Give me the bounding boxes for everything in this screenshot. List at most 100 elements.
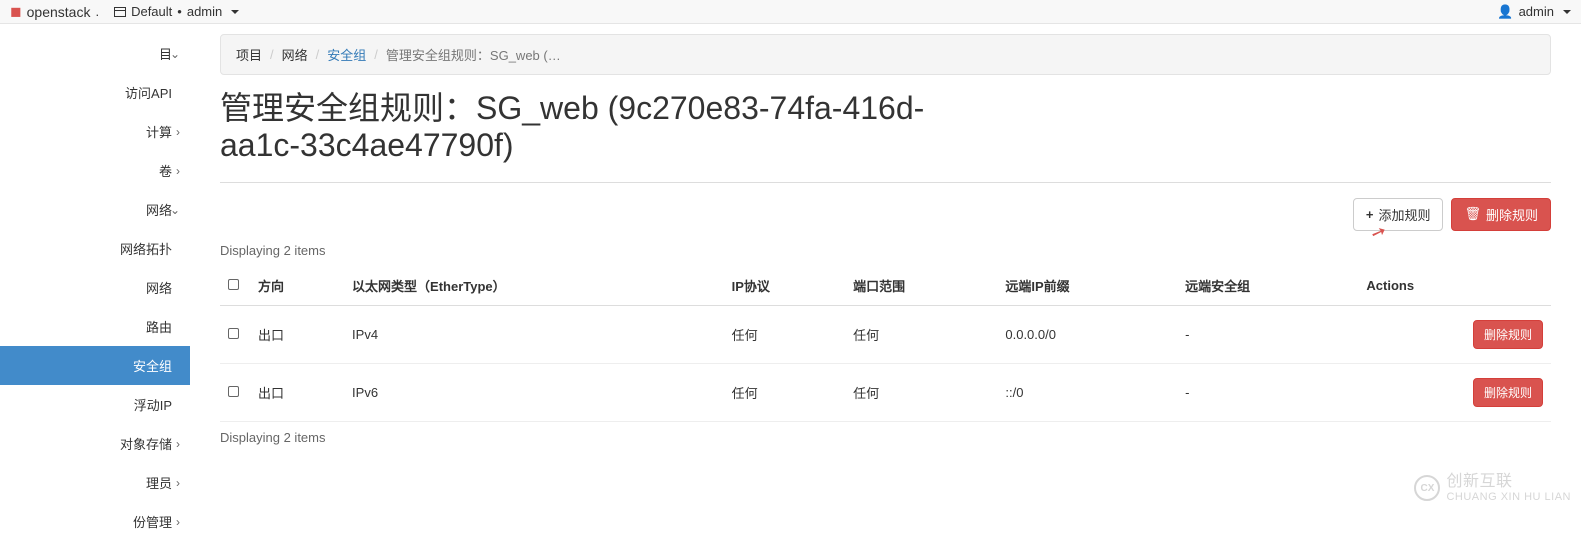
- cell-protocol: 任何: [724, 363, 846, 421]
- table-row: 出口 IPv6 任何 任何 ::/0 - 删除规则: [220, 363, 1551, 421]
- breadcrumb-sep: /: [270, 47, 274, 62]
- sidebar-item-security-groups[interactable]: 安全组: [0, 346, 190, 385]
- button-label: 删除规则: [1486, 205, 1538, 224]
- col-port-range[interactable]: 端口范围: [845, 266, 997, 306]
- sidebar-item-project[interactable]: 目 ⌄: [0, 34, 190, 73]
- cell-protocol: 任何: [724, 305, 846, 363]
- user-label: admin: [1519, 4, 1554, 19]
- divider: [220, 182, 1551, 183]
- chevron-right-icon: ›: [176, 437, 180, 451]
- user-icon: 👤: [1497, 4, 1513, 20]
- sidebar-item-admin[interactable]: 理员 ›: [0, 463, 190, 502]
- sidebar-item-networks[interactable]: 网络: [0, 268, 190, 307]
- sidebar-item-label: 计算: [146, 122, 172, 141]
- cell-direction: 出口: [250, 363, 344, 421]
- sidebar-item-topology[interactable]: 网络拓扑: [0, 229, 190, 268]
- context-switcher[interactable]: Default • admin: [114, 4, 239, 19]
- sidebar-item-compute[interactable]: 计算 ›: [0, 112, 190, 151]
- chevron-down-icon: [1563, 10, 1571, 14]
- breadcrumb-item[interactable]: 网络: [282, 45, 308, 64]
- sidebar-item-network[interactable]: 网络 ⌄: [0, 190, 190, 229]
- row-checkbox[interactable]: [228, 386, 239, 397]
- breadcrumb-item[interactable]: 项目: [236, 45, 262, 64]
- context-project: admin: [187, 4, 222, 19]
- project-icon: [114, 7, 126, 17]
- sidebar-item-label: 卷: [159, 161, 172, 180]
- col-actions: Actions: [1358, 266, 1551, 306]
- delete-rule-button[interactable]: 删除规则: [1473, 320, 1543, 349]
- user-menu[interactable]: 👤 admin: [1497, 4, 1571, 20]
- brand-text: openstack: [27, 4, 91, 20]
- table-row: 出口 IPv4 任何 任何 0.0.0.0/0 - 删除规则: [220, 305, 1551, 363]
- sidebar-item-volumes[interactable]: 卷 ›: [0, 151, 190, 190]
- col-select: [220, 266, 250, 306]
- breadcrumb: 项目 / 网络 / 安全组 / 管理安全组规则：SG_web (…: [220, 34, 1551, 75]
- chevron-right-icon: ›: [176, 515, 180, 529]
- breadcrumb-current: 管理安全组规则：SG_web (…: [386, 45, 561, 64]
- main-content: 项目 / 网络 / 安全组 / 管理安全组规则：SG_web (… 管理安全组规…: [190, 24, 1581, 513]
- delete-rule-button[interactable]: 删除规则: [1473, 378, 1543, 407]
- topnav-left: ◼ openstack. Default • admin: [10, 3, 239, 20]
- item-count-bottom: Displaying 2 items: [220, 430, 1551, 445]
- select-all-checkbox[interactable]: [228, 279, 239, 290]
- chevron-right-icon: ›: [176, 164, 180, 178]
- cell-select: [220, 363, 250, 421]
- sidebar-item-label: 网络拓扑: [120, 239, 172, 258]
- cell-port-range: 任何: [845, 305, 997, 363]
- context-domain: Default: [131, 4, 172, 19]
- row-checkbox[interactable]: [228, 328, 239, 339]
- sidebar-item-label: 网络: [146, 278, 172, 297]
- col-remote-ip[interactable]: 远端IP前缀: [997, 266, 1177, 306]
- cell-ethertype: IPv6: [344, 363, 724, 421]
- table-header-row: 方向 以太网类型（EtherType） IP协议 端口范围 远端IP前缀 远端安…: [220, 266, 1551, 306]
- sidebar-item-routers[interactable]: 路由: [0, 307, 190, 346]
- brand-dot: .: [95, 4, 99, 19]
- page-title: 管理安全组规则：SG_web (9c270e83-74fa-416d-aa1c-…: [220, 90, 960, 164]
- cell-actions: 删除规则: [1358, 363, 1551, 421]
- chevron-down-icon: [231, 10, 239, 14]
- cell-remote-ip: 0.0.0.0/0: [997, 305, 1177, 363]
- sidebar-item-floating-ip[interactable]: 浮动IP: [0, 385, 190, 424]
- chevron-down-icon: ⌄: [170, 47, 180, 61]
- sidebar-item-label: 对象存储: [120, 434, 172, 453]
- sidebar-item-object-storage[interactable]: 对象存储 ›: [0, 424, 190, 463]
- sidebar-item-identity[interactable]: 份管理 ›: [0, 502, 190, 541]
- sidebar-item-label: 理员: [146, 473, 172, 492]
- delete-rules-button[interactable]: 🗑 删除规则: [1451, 198, 1551, 231]
- breadcrumb-sep: /: [316, 47, 320, 62]
- cell-direction: 出口: [250, 305, 344, 363]
- cell-select: [220, 305, 250, 363]
- add-rule-button[interactable]: + 添加规则: [1353, 198, 1444, 231]
- sidebar: 目 ⌄ 访问API 计算 › 卷 › 网络 ⌄ 网络拓扑 网络 路由 安全组: [0, 24, 190, 513]
- col-remote-sg[interactable]: 远端安全组: [1177, 266, 1358, 306]
- table-actions: ➚ + 添加规则 🗑 删除规则: [220, 198, 1551, 231]
- trash-icon: 🗑: [1464, 206, 1481, 222]
- cell-remote-ip: ::/0: [997, 363, 1177, 421]
- breadcrumb-link[interactable]: 安全组: [327, 45, 366, 64]
- sidebar-item-label: 份管理: [133, 512, 172, 531]
- rules-table: 方向 以太网类型（EtherType） IP协议 端口范围 远端IP前缀 远端安…: [220, 266, 1551, 422]
- cell-port-range: 任何: [845, 363, 997, 421]
- sidebar-item-label: 路由: [146, 317, 172, 336]
- plus-icon: +: [1366, 207, 1374, 222]
- col-protocol[interactable]: IP协议: [724, 266, 846, 306]
- sidebar-item-label: 浮动IP: [134, 395, 172, 414]
- brand-logo[interactable]: ◼ openstack.: [10, 3, 99, 20]
- col-ethertype[interactable]: 以太网类型（EtherType）: [344, 266, 724, 306]
- chevron-down-icon: ⌄: [170, 203, 180, 217]
- chevron-right-icon: ›: [176, 125, 180, 139]
- cell-remote-sg: -: [1177, 363, 1358, 421]
- breadcrumb-sep: /: [374, 47, 378, 62]
- sidebar-item-label: 安全组: [133, 356, 172, 375]
- cell-actions: 删除规则: [1358, 305, 1551, 363]
- button-label: 添加规则: [1378, 205, 1430, 224]
- chevron-right-icon: ›: [176, 476, 180, 490]
- cell-ethertype: IPv4: [344, 305, 724, 363]
- layout: 目 ⌄ 访问API 计算 › 卷 › 网络 ⌄ 网络拓扑 网络 路由 安全组: [0, 24, 1581, 513]
- top-navbar: ◼ openstack. Default • admin 👤 admin: [0, 0, 1581, 24]
- context-sep: •: [177, 4, 182, 19]
- sidebar-item-label: 访问API: [125, 83, 172, 102]
- sidebar-item-api[interactable]: 访问API: [0, 73, 190, 112]
- col-direction[interactable]: 方向: [250, 266, 344, 306]
- item-count-top: Displaying 2 items: [220, 243, 1551, 258]
